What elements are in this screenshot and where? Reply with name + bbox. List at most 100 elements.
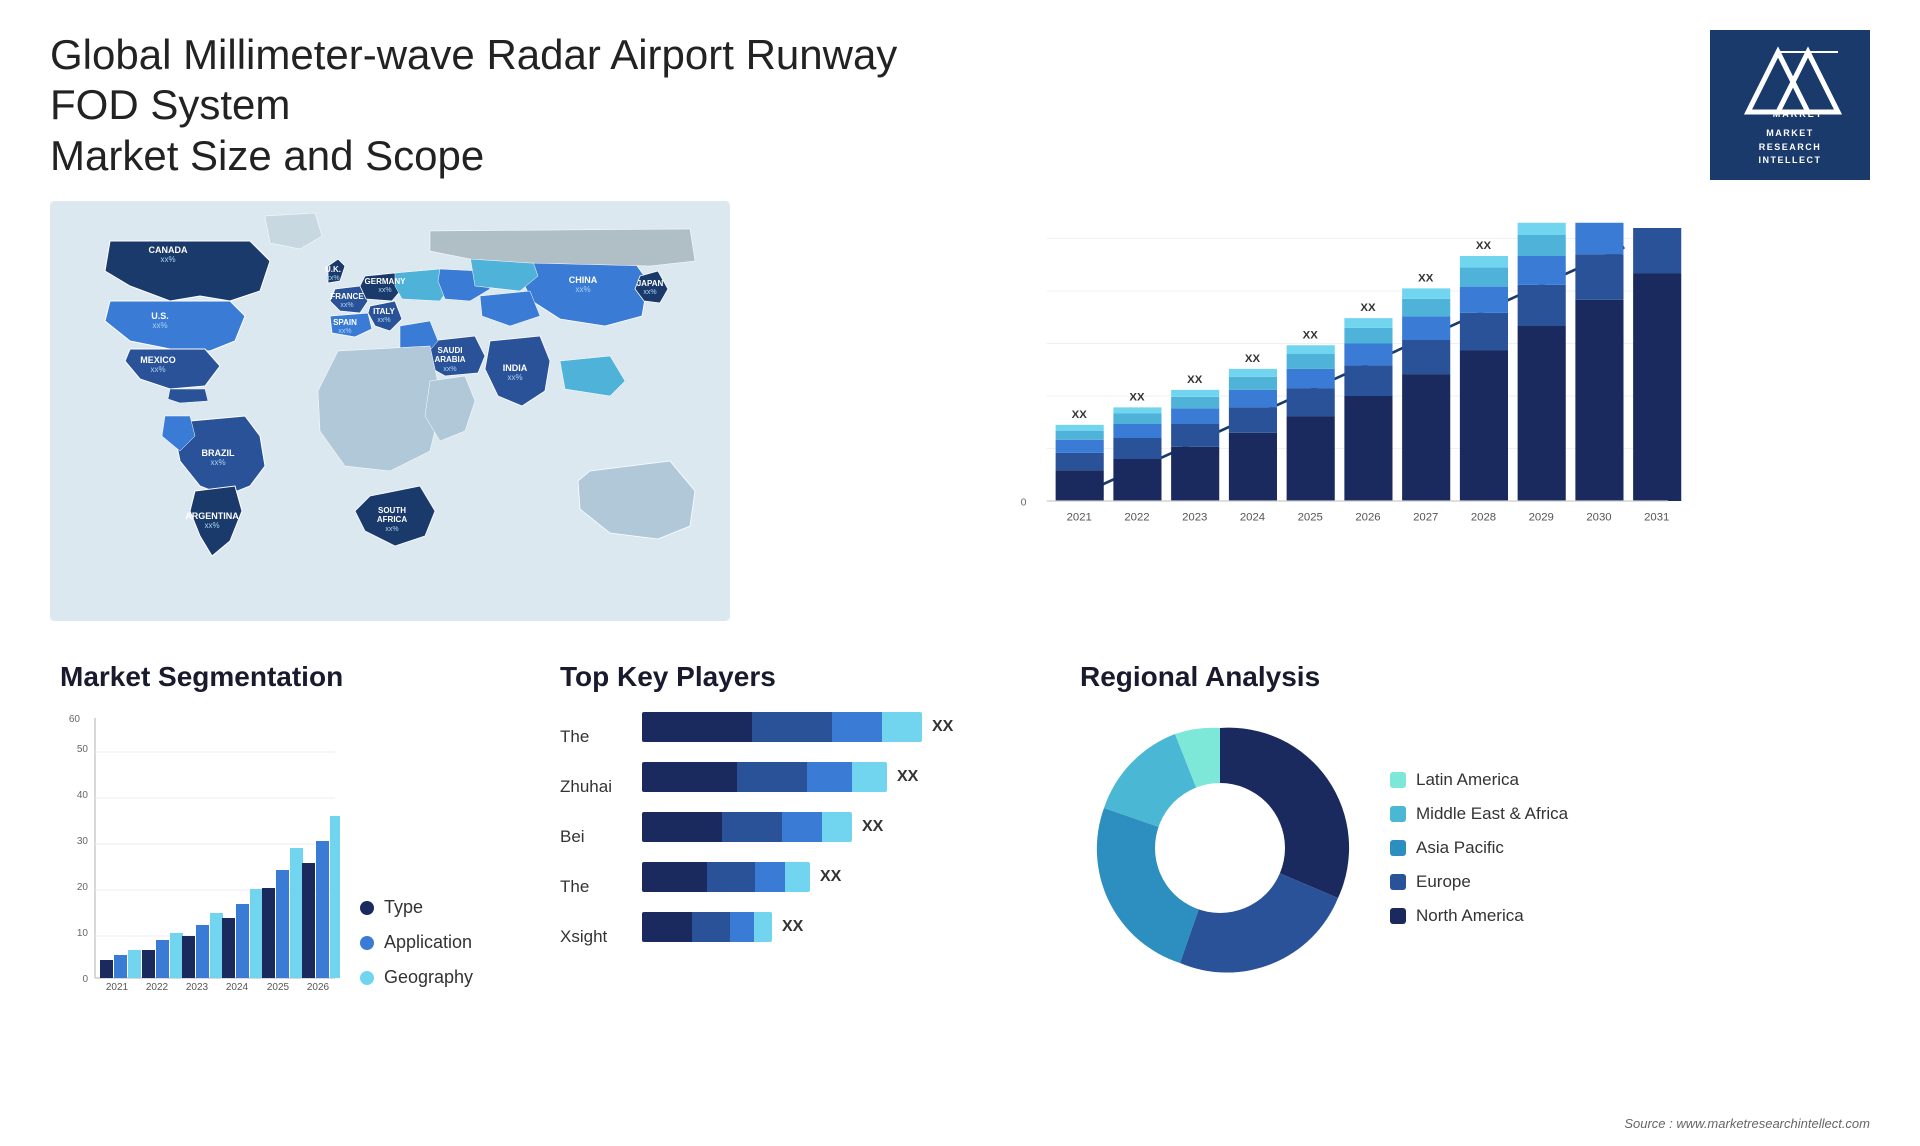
svg-text:XX: XX bbox=[1303, 329, 1319, 341]
svg-text:SOUTH: SOUTH bbox=[378, 506, 406, 515]
player-bar-row-4: XX bbox=[642, 858, 1040, 896]
logo-area: MARKET MARKET RESEARCH INTELLECT bbox=[1710, 30, 1870, 180]
world-map-container: CANADA xx% U.S. xx% MEXICO xx% BRAZIL xx… bbox=[50, 201, 730, 621]
svg-text:XX: XX bbox=[1360, 302, 1376, 314]
logo-line3: INTELLECT bbox=[1728, 154, 1852, 168]
svg-text:2030: 2030 bbox=[1586, 511, 1611, 523]
reg-label-asia-pacific: Asia Pacific bbox=[1416, 838, 1504, 858]
player-name-1: The bbox=[560, 718, 612, 756]
reg-legend-middle-east: Middle East & Africa bbox=[1390, 804, 1568, 824]
reg-label-north-america: North America bbox=[1416, 906, 1524, 926]
svg-text:2027: 2027 bbox=[1413, 511, 1438, 523]
svg-text:U.S.: U.S. bbox=[151, 311, 169, 321]
svg-text:SAUDI: SAUDI bbox=[438, 346, 463, 355]
svg-text:2024: 2024 bbox=[1240, 511, 1265, 523]
player-bar-row-5: XX bbox=[642, 908, 1040, 946]
reg-legend-latin-america: Latin America bbox=[1390, 770, 1568, 790]
player-names: The Zhuhai Bei The Xsight bbox=[560, 708, 612, 956]
legend-application-label: Application bbox=[384, 932, 472, 953]
seg-content: 0 10 20 30 40 50 60 bbox=[60, 708, 520, 1028]
svg-text:2021: 2021 bbox=[106, 982, 129, 993]
title-line1: Global Millimeter-wave Radar Airport Run… bbox=[50, 30, 950, 131]
reg-legend-north-america: North America bbox=[1390, 906, 1568, 926]
logo-box: MARKET MARKET RESEARCH INTELLECT bbox=[1710, 30, 1870, 180]
svg-text:xx%: xx% bbox=[326, 275, 339, 282]
seg-legend: Type Application Geography bbox=[360, 897, 473, 1028]
reg-color-north-america bbox=[1390, 908, 1406, 924]
svg-text:2029: 2029 bbox=[1529, 511, 1554, 523]
svg-text:0: 0 bbox=[1021, 497, 1027, 509]
player-bar-row-3: XX bbox=[642, 808, 1040, 846]
main-title: Global Millimeter-wave Radar Airport Run… bbox=[50, 30, 950, 181]
legend-geography: Geography bbox=[360, 967, 473, 988]
svg-text:xx%: xx% bbox=[575, 285, 590, 294]
svg-text:10: 10 bbox=[77, 928, 89, 939]
svg-text:0: 0 bbox=[82, 974, 88, 985]
bar-chart-container: 0 XX 2021 bbox=[770, 201, 1870, 621]
logo-line2: RESEARCH bbox=[1728, 141, 1852, 155]
header: Global Millimeter-wave Radar Airport Run… bbox=[50, 30, 1870, 181]
svg-text:2021: 2021 bbox=[1067, 511, 1092, 523]
players-container: Top Key Players The Zhuhai Bei The Xsigh… bbox=[550, 651, 1050, 1111]
donut-chart-svg bbox=[1080, 708, 1360, 988]
svg-text:2026: 2026 bbox=[307, 982, 330, 993]
svg-text:U.K.: U.K. bbox=[325, 265, 341, 274]
svg-text:2026: 2026 bbox=[1355, 511, 1380, 523]
svg-text:2025: 2025 bbox=[267, 982, 290, 993]
player-bar-row-1: XX bbox=[642, 708, 1040, 746]
svg-text:XX: XX bbox=[1245, 353, 1261, 365]
player-bar-label-2: XX bbox=[897, 768, 918, 786]
svg-text:xx%: xx% bbox=[152, 321, 167, 330]
seg-bar-chart: 0 10 20 30 40 50 60 bbox=[60, 708, 340, 1028]
svg-text:30: 30 bbox=[77, 836, 89, 847]
svg-text:60: 60 bbox=[69, 714, 81, 725]
svg-text:xx%: xx% bbox=[507, 373, 522, 382]
svg-text:xx%: xx% bbox=[643, 289, 656, 296]
player-name-5: Xsight bbox=[560, 918, 612, 956]
title-line2: Market Size and Scope bbox=[50, 131, 950, 181]
svg-text:CANADA: CANADA bbox=[149, 245, 188, 255]
svg-text:CHINA: CHINA bbox=[569, 275, 598, 285]
svg-text:2022: 2022 bbox=[1124, 511, 1149, 523]
svg-text:GERMANY: GERMANY bbox=[365, 277, 407, 286]
legend-application-dot bbox=[360, 936, 374, 950]
top-content: CANADA xx% U.S. xx% MEXICO xx% BRAZIL xx… bbox=[50, 201, 1870, 621]
svg-text:XX: XX bbox=[1649, 221, 1665, 222]
svg-text:2031: 2031 bbox=[1644, 511, 1669, 523]
svg-text:MEXICO: MEXICO bbox=[140, 355, 176, 365]
players-list: The Zhuhai Bei The Xsight bbox=[560, 708, 1040, 956]
bottom-content: Market Segmentation 0 10 20 30 bbox=[50, 651, 1870, 1111]
player-name-3: Bei bbox=[560, 818, 612, 856]
segmentation-container: Market Segmentation 0 10 20 30 bbox=[50, 651, 530, 1111]
reg-color-asia-pacific bbox=[1390, 840, 1406, 856]
svg-text:MARKET: MARKET bbox=[1773, 109, 1824, 119]
svg-text:xx%: xx% bbox=[160, 255, 175, 264]
player-bars: XX XX bbox=[642, 708, 1040, 956]
svg-text:xx%: xx% bbox=[340, 302, 353, 309]
svg-text:ARGENTINA: ARGENTINA bbox=[185, 511, 239, 521]
player-bar-row-2: XX bbox=[642, 758, 1040, 796]
players-title: Top Key Players bbox=[560, 661, 1040, 693]
svg-text:2028: 2028 bbox=[1471, 511, 1496, 523]
bar-chart-svg: 0 XX 2021 bbox=[830, 221, 1850, 571]
svg-text:2024: 2024 bbox=[226, 982, 249, 993]
reg-color-latin-america bbox=[1390, 772, 1406, 788]
svg-text:xx%: xx% bbox=[210, 458, 225, 467]
svg-text:xx%: xx% bbox=[385, 526, 398, 533]
regional-container: Regional Analysis bbox=[1070, 651, 1870, 1111]
donut-chart-container bbox=[1080, 708, 1360, 988]
regional-title: Regional Analysis bbox=[1080, 661, 1860, 693]
svg-text:AFRICA: AFRICA bbox=[377, 515, 407, 524]
svg-text:2023: 2023 bbox=[186, 982, 209, 993]
svg-text:xx%: xx% bbox=[443, 366, 456, 373]
svg-text:ARABIA: ARABIA bbox=[434, 355, 465, 364]
svg-text:40: 40 bbox=[77, 790, 89, 801]
player-bar-label-4: XX bbox=[820, 868, 841, 886]
svg-text:BRAZIL: BRAZIL bbox=[202, 448, 235, 458]
reg-label-europe: Europe bbox=[1416, 872, 1471, 892]
reg-label-middle-east: Middle East & Africa bbox=[1416, 804, 1568, 824]
legend-type-label: Type bbox=[384, 897, 423, 918]
segmentation-title: Market Segmentation bbox=[60, 661, 520, 693]
svg-text:ITALY: ITALY bbox=[373, 307, 395, 316]
svg-text:xx%: xx% bbox=[204, 521, 219, 530]
